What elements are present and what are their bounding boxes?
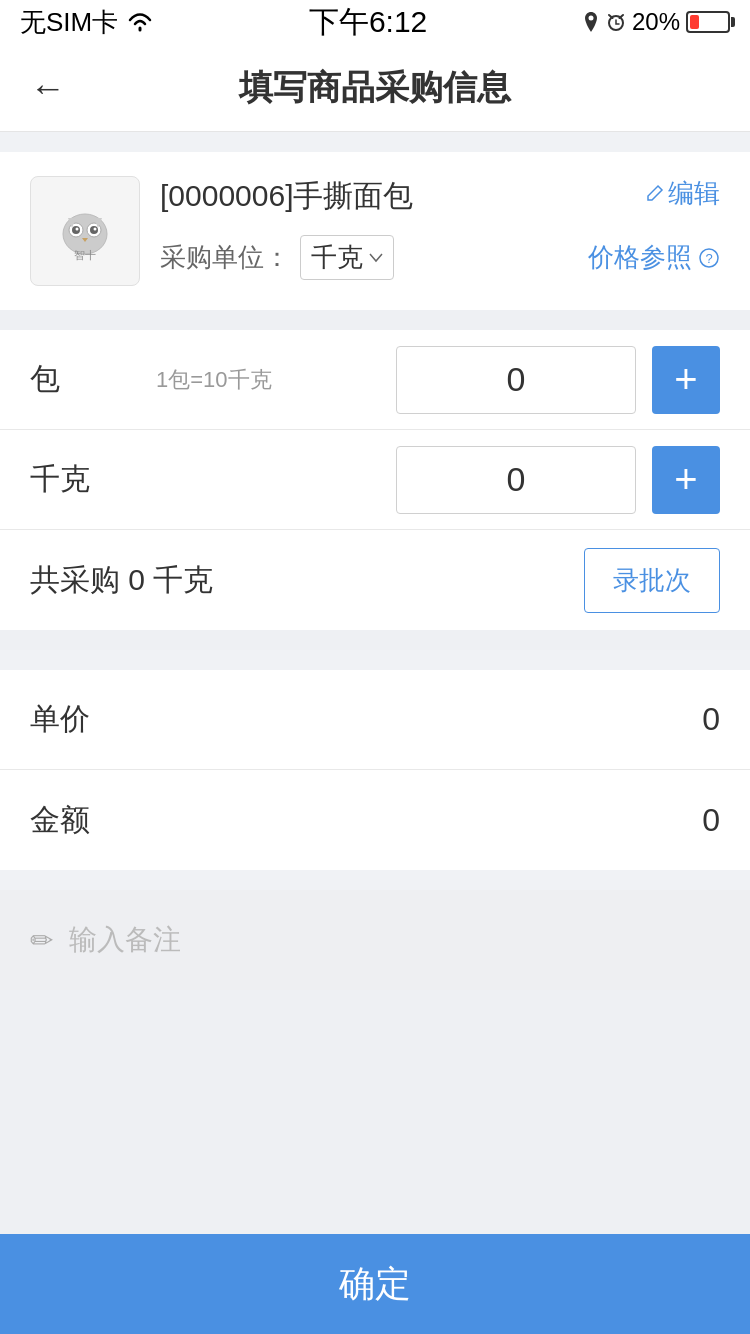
edit-label: 编辑: [668, 176, 720, 211]
product-name: [0000006]手撕面包: [160, 176, 413, 217]
amount-label: 金额: [30, 800, 90, 841]
status-bar: 无SIM卡 下午6:12 20%: [0, 0, 750, 44]
bag-input-right: +: [272, 346, 720, 414]
remark-section[interactable]: ✏ 输入备注: [0, 890, 750, 990]
confirm-label: 确定: [339, 1260, 411, 1309]
back-button[interactable]: ←: [30, 67, 66, 109]
status-right: 20%: [582, 8, 730, 36]
unit-select[interactable]: 千克: [300, 235, 394, 280]
amount-row: 金额 0: [0, 770, 750, 870]
amount-value: 0: [702, 802, 720, 839]
carrier-label: 无SIM卡: [20, 5, 118, 40]
pencil-icon: ✏: [30, 924, 53, 957]
section-divider-1: [0, 310, 750, 330]
price-section: 单价 0 金额 0: [0, 670, 750, 870]
battery-percent: 20%: [632, 8, 680, 36]
unit-selector-group: 采购单位： 千克: [160, 235, 394, 280]
bag-plus-icon: +: [674, 357, 697, 402]
batch-button[interactable]: 录批次: [584, 548, 720, 613]
bag-sublabel: 1包=10千克: [156, 365, 272, 395]
battery-icon: [686, 11, 730, 33]
product-logo: 智十: [45, 191, 125, 271]
bag-qty-input[interactable]: [396, 346, 636, 414]
svg-text:智十: 智十: [74, 249, 96, 261]
kg-label: 千克: [30, 459, 150, 500]
bag-plus-button[interactable]: +: [652, 346, 720, 414]
kg-input-row: 千克 +: [0, 430, 750, 530]
section-divider-2: [0, 630, 750, 650]
product-unit-row: 采购单位： 千克 价格参照 ?: [160, 235, 720, 280]
wifi-icon: [126, 11, 154, 33]
svg-point-8: [94, 228, 97, 231]
price-ref-button[interactable]: 价格参照 ?: [588, 240, 720, 275]
svg-point-0: [588, 16, 593, 21]
battery-fill: [690, 15, 699, 29]
svg-text:?: ?: [705, 251, 712, 266]
product-card: 智十 [0000006]手撕面包 编辑 采购单位： 千克 价格参照 ?: [0, 152, 750, 310]
alarm-icon: [606, 11, 626, 33]
unit-price-value: 0: [702, 701, 720, 738]
bag-input-row: 包 1包=10千克 +: [0, 330, 750, 430]
unit-value: 千克: [311, 240, 363, 275]
price-ref-label: 价格参照: [588, 240, 692, 275]
kg-plus-button[interactable]: +: [652, 446, 720, 514]
product-header: [0000006]手撕面包 编辑: [160, 176, 720, 217]
remark-placeholder: 输入备注: [69, 921, 181, 959]
input-section: 包 1包=10千克 + 千克 +: [0, 330, 750, 530]
product-info: [0000006]手撕面包 编辑 采购单位： 千克 价格参照 ?: [160, 176, 720, 280]
unit-label: 采购单位：: [160, 240, 290, 275]
edit-button[interactable]: 编辑: [644, 176, 720, 211]
kg-plus-icon: +: [674, 457, 697, 502]
confirm-button[interactable]: 确定: [0, 1234, 750, 1334]
kg-input-right: +: [150, 446, 720, 514]
status-left: 无SIM卡: [20, 5, 154, 40]
location-icon: [582, 11, 600, 33]
summary-row: 共采购 0 千克 录批次: [0, 530, 750, 630]
kg-qty-input[interactable]: [396, 446, 636, 514]
svg-point-7: [76, 228, 79, 231]
unit-price-label: 单价: [30, 699, 90, 740]
page-title: 填写商品采购信息: [239, 65, 511, 111]
status-time: 下午6:12: [309, 2, 427, 43]
unit-price-row: 单价 0: [0, 670, 750, 770]
bag-label: 包: [30, 359, 150, 400]
product-image: 智十: [30, 176, 140, 286]
nav-bar: ← 填写商品采购信息: [0, 44, 750, 132]
summary-text: 共采购 0 千克: [30, 560, 213, 601]
